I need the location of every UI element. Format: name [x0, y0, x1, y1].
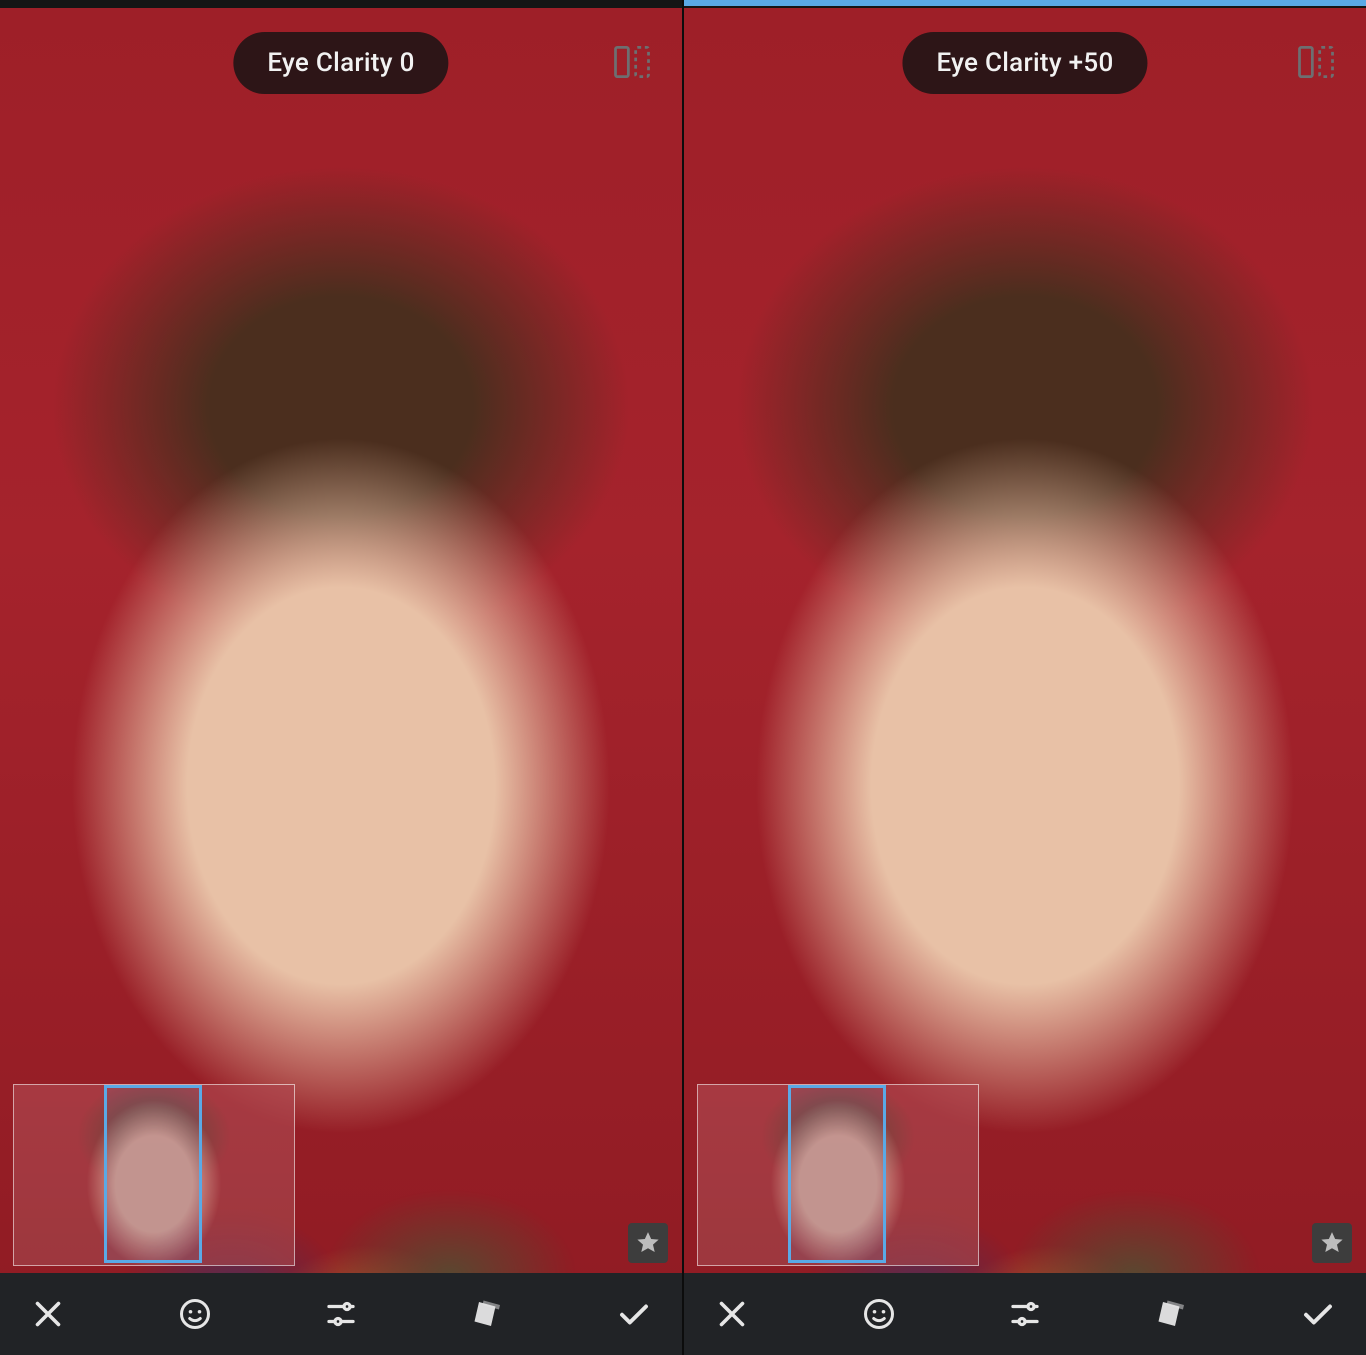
cancel-button[interactable] — [22, 1288, 74, 1340]
face-button[interactable] — [853, 1288, 905, 1340]
adjust-button[interactable] — [999, 1288, 1051, 1340]
bottom-toolbar — [684, 1273, 1366, 1355]
styles-button[interactable] — [462, 1288, 514, 1340]
favorite-badge[interactable] — [628, 1223, 668, 1263]
progress-bar — [0, 0, 682, 8]
bottom-toolbar — [0, 1273, 682, 1355]
minimap-viewport[interactable] — [788, 1085, 886, 1263]
compare-icon[interactable] — [610, 40, 654, 84]
progress-bar — [684, 0, 1366, 8]
minimap-viewport[interactable] — [104, 1085, 202, 1263]
editor-panel-left: Eye Clarity 0 — [0, 0, 682, 1355]
adjustment-badge-text: Eye Clarity +50 — [936, 48, 1113, 78]
styles-button[interactable] — [1146, 1288, 1198, 1340]
apply-button[interactable] — [1292, 1288, 1344, 1340]
adjust-button[interactable] — [315, 1288, 367, 1340]
favorite-badge[interactable] — [1312, 1223, 1352, 1263]
cancel-button[interactable] — [706, 1288, 758, 1340]
apply-button[interactable] — [608, 1288, 660, 1340]
adjustment-badge-text: Eye Clarity 0 — [267, 48, 414, 78]
face-button[interactable] — [169, 1288, 221, 1340]
minimap[interactable] — [14, 1085, 294, 1265]
adjustment-badge: Eye Clarity +50 — [902, 32, 1147, 94]
side-by-side-root: Eye Clarity 0 — [0, 0, 1366, 1355]
editor-panel-right: Eye Clarity +50 — [682, 0, 1366, 1355]
adjustment-badge: Eye Clarity 0 — [233, 32, 448, 94]
minimap[interactable] — [698, 1085, 978, 1265]
compare-icon[interactable] — [1294, 40, 1338, 84]
